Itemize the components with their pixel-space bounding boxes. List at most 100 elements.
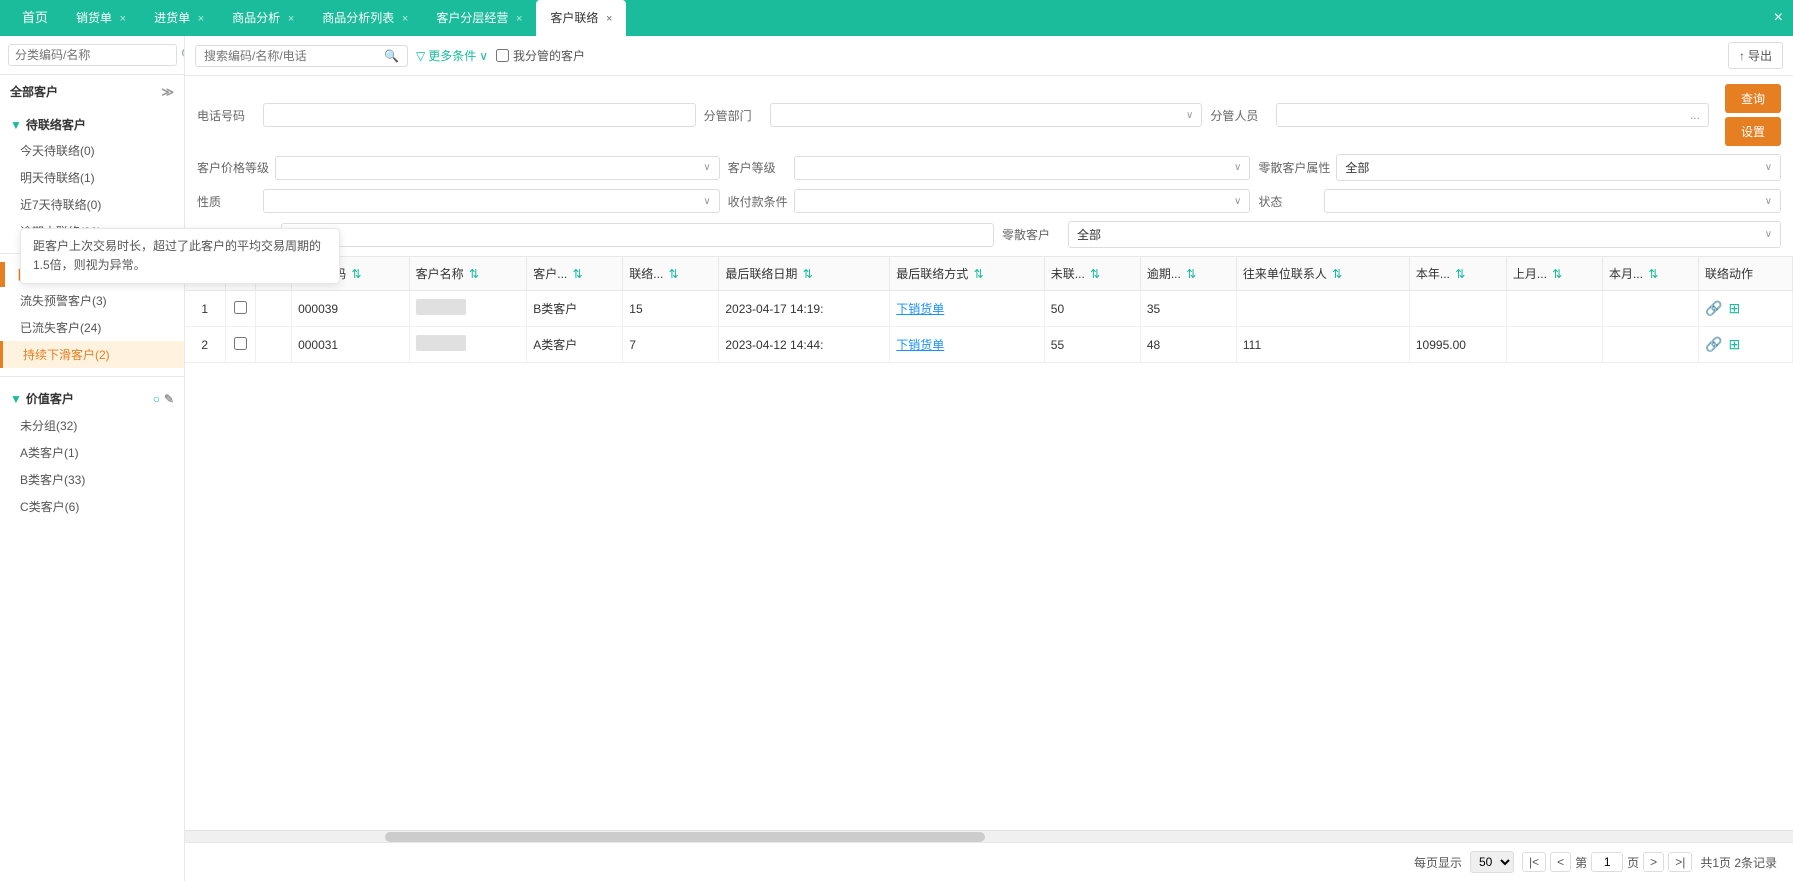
close-customer-contact-tab[interactable]: × (606, 13, 612, 25)
value-customer-group[interactable]: ▼ 价值客户 ○ ✎ (0, 385, 184, 412)
export-label: 导出 (1748, 47, 1772, 64)
last-way-link-2[interactable]: 下销货单 (896, 338, 944, 352)
close-customer-tier-tab[interactable]: × (516, 13, 522, 25)
last-way-link-1[interactable]: 下销货单 (896, 302, 944, 316)
action-grid-icon-2[interactable]: ⊞ (1728, 336, 1740, 353)
first-page-btn[interactable]: |< (1522, 852, 1546, 872)
retail-attr-select[interactable]: 全部 ∨ (1336, 154, 1781, 181)
close-purchase-tab[interactable]: × (198, 13, 204, 25)
sidebar-item-a-class[interactable]: A类客户(1) (0, 439, 184, 466)
sidebar-item-ungrouped[interactable]: 未分组(32) (0, 412, 184, 439)
query-btn[interactable]: 查询 (1725, 84, 1781, 113)
dept-input[interactable] (779, 108, 1186, 122)
action-grid-icon-1[interactable]: ⊞ (1728, 300, 1740, 317)
prev-page-btn[interactable]: < (1550, 852, 1571, 872)
dept-select[interactable]: ∨ (770, 103, 1203, 127)
nav-home[interactable]: 首页 (8, 0, 62, 36)
scroll-thumb[interactable] (385, 832, 985, 842)
pending-arrow-icon: ▼ (10, 118, 22, 132)
sidebar-item-churned[interactable]: 已流失客户(24) (0, 314, 184, 341)
sidebar-item-c-class[interactable]: C类客户(6) (0, 493, 184, 520)
row-checkbox-1[interactable] (234, 301, 247, 314)
phone-select[interactable] (263, 103, 696, 127)
sidebar-collapse-btn[interactable]: ≫ (161, 85, 174, 99)
price-level-select[interactable]: ∨ (275, 156, 720, 180)
customer-type-select[interactable] (281, 223, 994, 247)
th-this-month[interactable]: 本月... ⇅ (1602, 257, 1698, 291)
pending-contact-group[interactable]: ▼ 待联络客户 (0, 112, 184, 137)
sidebar-search-input[interactable] (8, 44, 177, 66)
th-unit-contact[interactable]: 往来单位联系人 ⇅ (1236, 257, 1409, 291)
sidebar-item-tomorrow[interactable]: 明天待联络(1) (0, 164, 184, 191)
th-name[interactable]: 客户名称 ⇅ (409, 257, 527, 291)
price-level-label: 客户价格等级 (197, 159, 269, 176)
th-last-date[interactable]: 最后联络日期 ⇅ (719, 257, 890, 291)
all-customers-label: 全部客户 (10, 83, 58, 100)
nav-purchase[interactable]: 进货单 × (140, 0, 218, 36)
customer-level-input[interactable] (803, 161, 1234, 175)
th-type[interactable]: 客户... ⇅ (527, 257, 623, 291)
next-page-btn[interactable]: > (1643, 852, 1664, 872)
retail-select[interactable]: 全部 ∨ (1068, 221, 1781, 248)
sidebar-item-7days[interactable]: 近7天待联络(0) (0, 191, 184, 218)
code-sort-icon: ⇅ (351, 267, 361, 281)
action-link-icon-1[interactable]: 🔗 (1705, 300, 1722, 317)
sidebar-item-declining[interactable]: 持续下滑客户(2) (0, 341, 184, 368)
phone-input[interactable] (272, 108, 687, 122)
page-navigation: |< < 第 页 > >| (1522, 852, 1692, 872)
person-input[interactable] (1285, 108, 1690, 122)
cell-code-1: 000039 (292, 291, 410, 327)
pay-condition-input[interactable] (803, 194, 1234, 208)
th-contact[interactable]: 联络... ⇅ (623, 257, 719, 291)
sidebar-item-b-class[interactable]: B类客户(33) (0, 466, 184, 493)
cell-last-way-2[interactable]: 下销货单 (890, 327, 1045, 363)
close-product-list-tab[interactable]: × (402, 13, 408, 25)
gender-input[interactable] (272, 194, 703, 208)
value-customer-edit2[interactable]: ✎ (164, 392, 174, 406)
more-conditions-btn[interactable]: ▽ 更多条件 ∨ (416, 47, 488, 64)
th-action: 联络动作 (1699, 257, 1793, 291)
cell-check-1[interactable] (225, 291, 255, 327)
nav-sales[interactable]: 销货单 × (62, 0, 140, 36)
nav-customer-contact[interactable]: 客户联络 × (536, 0, 626, 36)
nav-product-list[interactable]: 商品分析列表 × (308, 0, 422, 36)
close-product-analysis-tab[interactable]: × (288, 13, 294, 25)
status-select[interactable]: ∨ (1324, 189, 1781, 213)
horizontal-scroll-bar[interactable] (185, 830, 1793, 842)
sidebar-item-today[interactable]: 今天待联络(0) (0, 137, 184, 164)
sidebar-item-churn-warning[interactable]: 流失预警客户(3) (0, 287, 184, 314)
person-select[interactable]: ... (1276, 103, 1709, 127)
th-last-way[interactable]: 最后联络方式 ⇅ (890, 257, 1045, 291)
status-input[interactable] (1333, 194, 1764, 208)
th-unread[interactable]: 未联... ⇅ (1044, 257, 1140, 291)
last-page-btn[interactable]: >| (1668, 852, 1692, 872)
unit-contact-sort-icon: ⇅ (1332, 267, 1342, 281)
th-last-month[interactable]: 上月... ⇅ (1506, 257, 1602, 291)
cell-last-way-1[interactable]: 下销货单 (890, 291, 1045, 327)
page-input[interactable] (1591, 852, 1623, 872)
search-icon[interactable]: 🔍 (384, 49, 399, 63)
cell-check-2[interactable] (225, 327, 255, 363)
value-customer-edit1[interactable]: ○ (153, 392, 160, 406)
customer-type-input[interactable] (290, 228, 985, 242)
row-checkbox-2[interactable] (234, 337, 247, 350)
retail-attr-value: 全部 (1345, 159, 1764, 176)
my-customers-checkbox[interactable] (496, 49, 509, 62)
price-level-input[interactable] (284, 161, 703, 175)
gender-select[interactable]: ∨ (263, 189, 720, 213)
export-btn[interactable]: ↑ 导出 (1728, 42, 1783, 69)
status-label: 状态 (1258, 193, 1318, 210)
per-page-select[interactable]: 50 (1470, 851, 1514, 873)
nav-product-analysis[interactable]: 商品分析 × (218, 0, 308, 36)
window-close-btn[interactable]: × (1774, 9, 1783, 27)
th-this-year[interactable]: 本年... ⇅ (1409, 257, 1506, 291)
action-link-icon-2[interactable]: 🔗 (1705, 336, 1722, 353)
close-sales-tab[interactable]: × (120, 13, 126, 25)
customer-level-select[interactable]: ∨ (794, 156, 1251, 180)
pay-condition-select[interactable]: ∨ (794, 189, 1251, 213)
search-input[interactable] (204, 49, 384, 63)
cell-name-2 (409, 327, 527, 363)
nav-customer-tier[interactable]: 客户分层经营 × (422, 0, 536, 36)
th-overdue[interactable]: 逾期... ⇅ (1140, 257, 1236, 291)
settings-btn[interactable]: 设置 (1725, 117, 1781, 146)
